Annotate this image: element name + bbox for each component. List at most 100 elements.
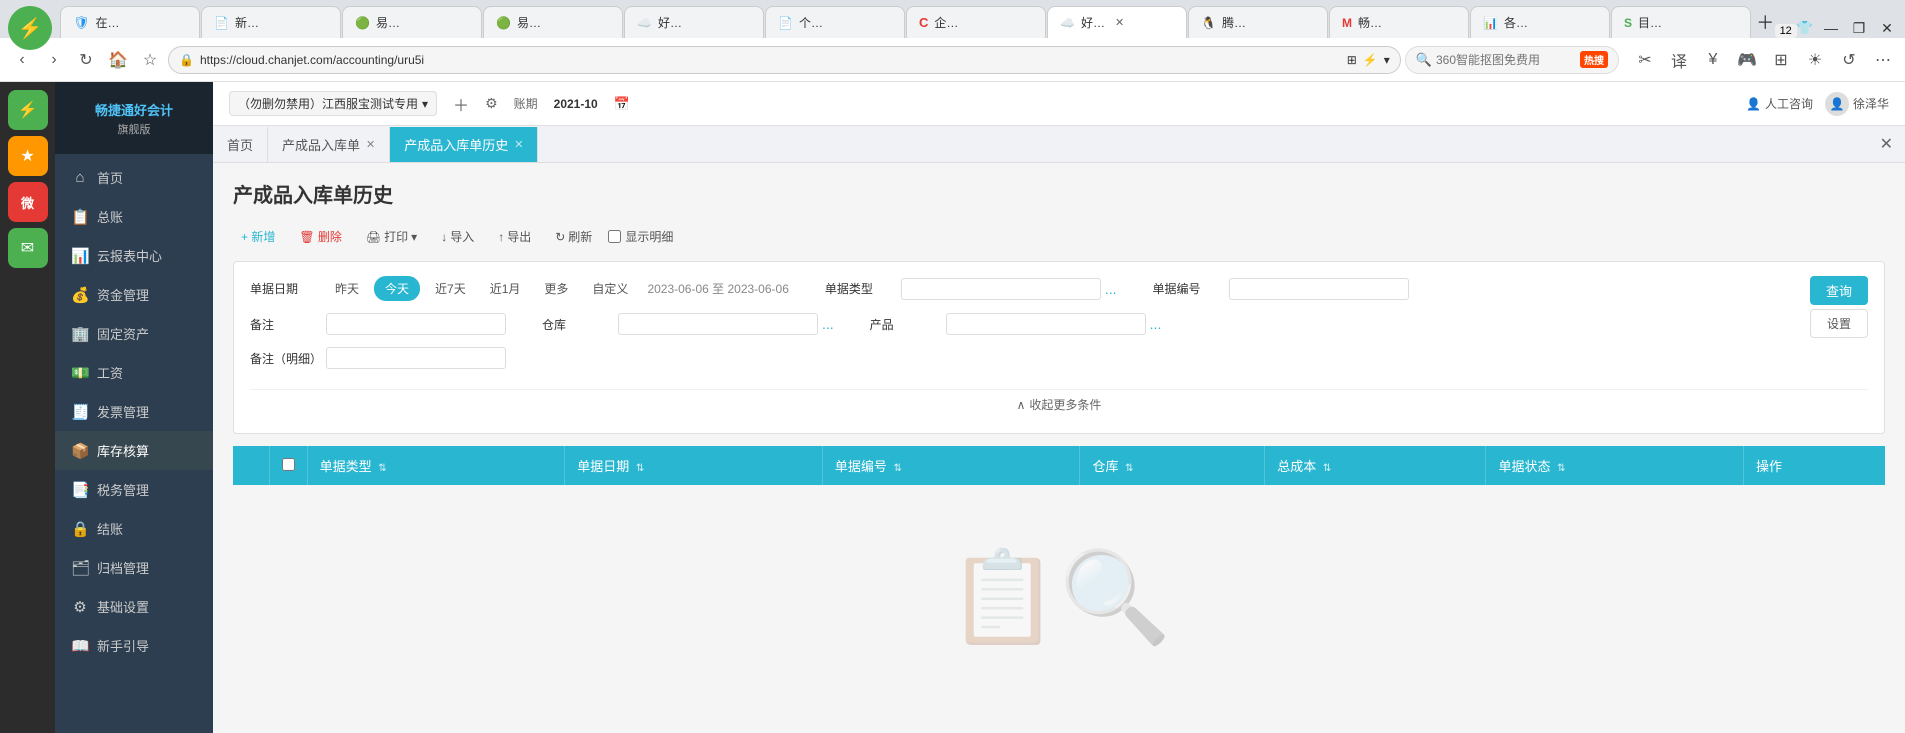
product-more-button[interactable]: ... [1150, 316, 1162, 332]
tab[interactable]: C 企… [906, 6, 1046, 38]
th-number[interactable]: 单据编号 ⇅ [822, 446, 1080, 485]
sort-status-icon[interactable]: ⇅ [1557, 463, 1565, 474]
sort-type-icon[interactable]: ⇅ [378, 463, 386, 474]
refresh2-button[interactable]: ↺ [1835, 46, 1863, 74]
tab[interactable]: M 畅… [1329, 6, 1469, 38]
warehouse-filter-input[interactable] [618, 313, 818, 335]
date-custom[interactable]: 自定义 [583, 276, 637, 301]
delete-button[interactable]: 🗑 删除 [291, 224, 350, 249]
dropdown-icon[interactable]: ▾ [1384, 53, 1390, 67]
sidebar-item-settings[interactable]: ⚙ 基础设置 [55, 587, 213, 626]
tab[interactable]: 🛡 在… [60, 6, 200, 38]
sidebar-item-reports[interactable]: 📊 云报表中心 [55, 236, 213, 275]
tab1-close-icon[interactable]: ✕ [366, 138, 375, 151]
query-button[interactable]: 查询 [1810, 276, 1868, 305]
sidebar-item-close[interactable]: 🔒 结账 [55, 509, 213, 548]
th-checkbox[interactable] [269, 446, 307, 485]
product-filter-input[interactable] [946, 313, 1146, 335]
date-1month[interactable]: 近1月 [481, 276, 530, 301]
address-bar[interactable]: 🔒 https://cloud.chanjet.com/accounting/u… [168, 46, 1401, 74]
tab[interactable]: 🐧 腾… [1188, 6, 1328, 38]
th-cost[interactable]: 总成本 ⇅ [1265, 446, 1486, 485]
more-button[interactable]: ⋯ [1869, 46, 1897, 74]
maximize-button[interactable]: ❐ [1849, 18, 1869, 38]
sort-date-icon[interactable]: ⇅ [636, 463, 644, 474]
sidebar-mail-icon[interactable]: ✉ [8, 228, 48, 268]
breadcrumb-tab2[interactable]: 产成品入库单历史 ✕ [390, 127, 538, 162]
date-today[interactable]: 今天 [374, 276, 420, 301]
sidebar-item-tax[interactable]: 📑 税务管理 [55, 470, 213, 509]
setting-button[interactable]: 设置 [1810, 309, 1868, 338]
home-button[interactable]: 🏠 [104, 46, 132, 74]
tab[interactable]: ☁️ 好… [624, 6, 764, 38]
print-dropdown-icon[interactable]: ▾ [411, 230, 417, 244]
new-tab-button[interactable]: ＋ [1756, 6, 1775, 38]
user-profile-button[interactable]: 👤 徐泽华 [1825, 92, 1889, 116]
sidebar-item-assets[interactable]: 🏢 固定资产 [55, 314, 213, 353]
date-7days[interactable]: 近7天 [426, 276, 475, 301]
breadcrumb-tab1[interactable]: 产成品入库单 ✕ [268, 127, 390, 162]
type-filter-input[interactable] [901, 278, 1101, 300]
reload-button[interactable]: ↻ [72, 46, 100, 74]
th-status[interactable]: 单据状态 ⇅ [1486, 446, 1744, 485]
th-warehouse[interactable]: 仓库 ⇅ [1080, 446, 1265, 485]
sidebar-item-invoice[interactable]: 🧾 发票管理 [55, 392, 213, 431]
type-more-button[interactable]: ... [1105, 281, 1117, 297]
add-company-button[interactable]: ＋ [453, 92, 469, 116]
company-selector[interactable]: （勿删勿禁用）江西服宝测试专用 ▾ [229, 91, 437, 116]
sort-warehouse-icon[interactable]: ⇅ [1125, 463, 1133, 474]
display-detail-checkbox[interactable] [608, 230, 621, 243]
print-button[interactable]: 🖨 打印 ▾ [358, 224, 425, 249]
th-date[interactable]: 单据日期 ⇅ [565, 446, 823, 485]
tab[interactable]: 🟢 易… [483, 6, 623, 38]
th-settings[interactable]: ⚙ [233, 446, 269, 485]
export-button[interactable]: ↑ 导出 [490, 224, 539, 249]
sidebar-star-icon[interactable]: ★ [8, 136, 48, 176]
sidebar-item-ledger[interactable]: 📋 总账 [55, 197, 213, 236]
search-box[interactable]: 🔍 热搜 [1405, 46, 1619, 74]
tab[interactable]: 📄 个… [765, 6, 905, 38]
tab[interactable]: 📊 各… [1470, 6, 1610, 38]
display-detail-toggle[interactable]: 显示明细 [608, 228, 673, 245]
ai-consult-button[interactable]: 👤 人工咨询 [1746, 95, 1813, 112]
settings-gear-button[interactable]: ⚙ [485, 95, 498, 112]
sidebar-360-icon[interactable]: ⚡ [8, 90, 48, 130]
sort-number-icon[interactable]: ⇅ [893, 463, 901, 474]
tab[interactable]: S 目… [1611, 6, 1751, 38]
detail-remark-input[interactable] [326, 347, 506, 369]
sidebar-item-guide[interactable]: 📖 新手引导 [55, 626, 213, 665]
sidebar-item-archive[interactable]: 🗂 归档管理 [55, 548, 213, 587]
sidebar-item-home[interactable]: ⌂ 首页 [55, 158, 213, 197]
grid2-button[interactable]: ⊞ [1767, 46, 1795, 74]
sidebar-item-salary[interactable]: 💵 工资 [55, 353, 213, 392]
tab2-close-icon[interactable]: ✕ [514, 138, 523, 151]
tab-active[interactable]: ☁️ 好… ✕ [1047, 6, 1187, 38]
add-button[interactable]: + 新增 [233, 224, 283, 249]
refresh-button[interactable]: ↻ 刷新 [547, 224, 600, 249]
breadcrumb-home[interactable]: 首页 [213, 127, 268, 162]
sidebar-item-funds[interactable]: 💰 资金管理 [55, 275, 213, 314]
sun-button[interactable]: ☀ [1801, 46, 1829, 74]
forward-button[interactable]: › [40, 46, 68, 74]
date-more[interactable]: 更多 [535, 276, 577, 301]
yuan-button[interactable]: ¥ [1699, 46, 1727, 74]
table-settings-icon[interactable]: ⚙ [245, 458, 257, 473]
tab[interactable]: 📄 新… [201, 6, 341, 38]
browser-logo[interactable]: ⚡ [8, 6, 52, 50]
warehouse-more-button[interactable]: ... [822, 316, 834, 332]
translate-button[interactable]: 译 [1665, 46, 1693, 74]
number-filter-input[interactable] [1229, 278, 1409, 300]
calendar-icon[interactable]: 📅 [614, 96, 630, 112]
minimize-button[interactable]: — [1821, 18, 1841, 38]
scissors-button[interactable]: ✂ [1631, 46, 1659, 74]
sidebar-item-inventory[interactable]: 📦 库存核算 [55, 431, 213, 470]
collapse-filter-button[interactable]: ∧ 收起更多条件 [250, 389, 1868, 419]
tab-close-8[interactable]: ✕ [1115, 16, 1124, 29]
select-all-checkbox[interactable] [282, 458, 295, 471]
sidebar-weibo-icon[interactable]: 微 [8, 182, 48, 222]
tab[interactable]: 🟢 易… [342, 6, 482, 38]
sort-cost-icon[interactable]: ⇅ [1323, 463, 1331, 474]
import-button[interactable]: ↓ 导入 [433, 224, 482, 249]
th-type[interactable]: 单据类型 ⇅ [307, 446, 565, 485]
bookmark-button[interactable]: ☆ [136, 46, 164, 74]
